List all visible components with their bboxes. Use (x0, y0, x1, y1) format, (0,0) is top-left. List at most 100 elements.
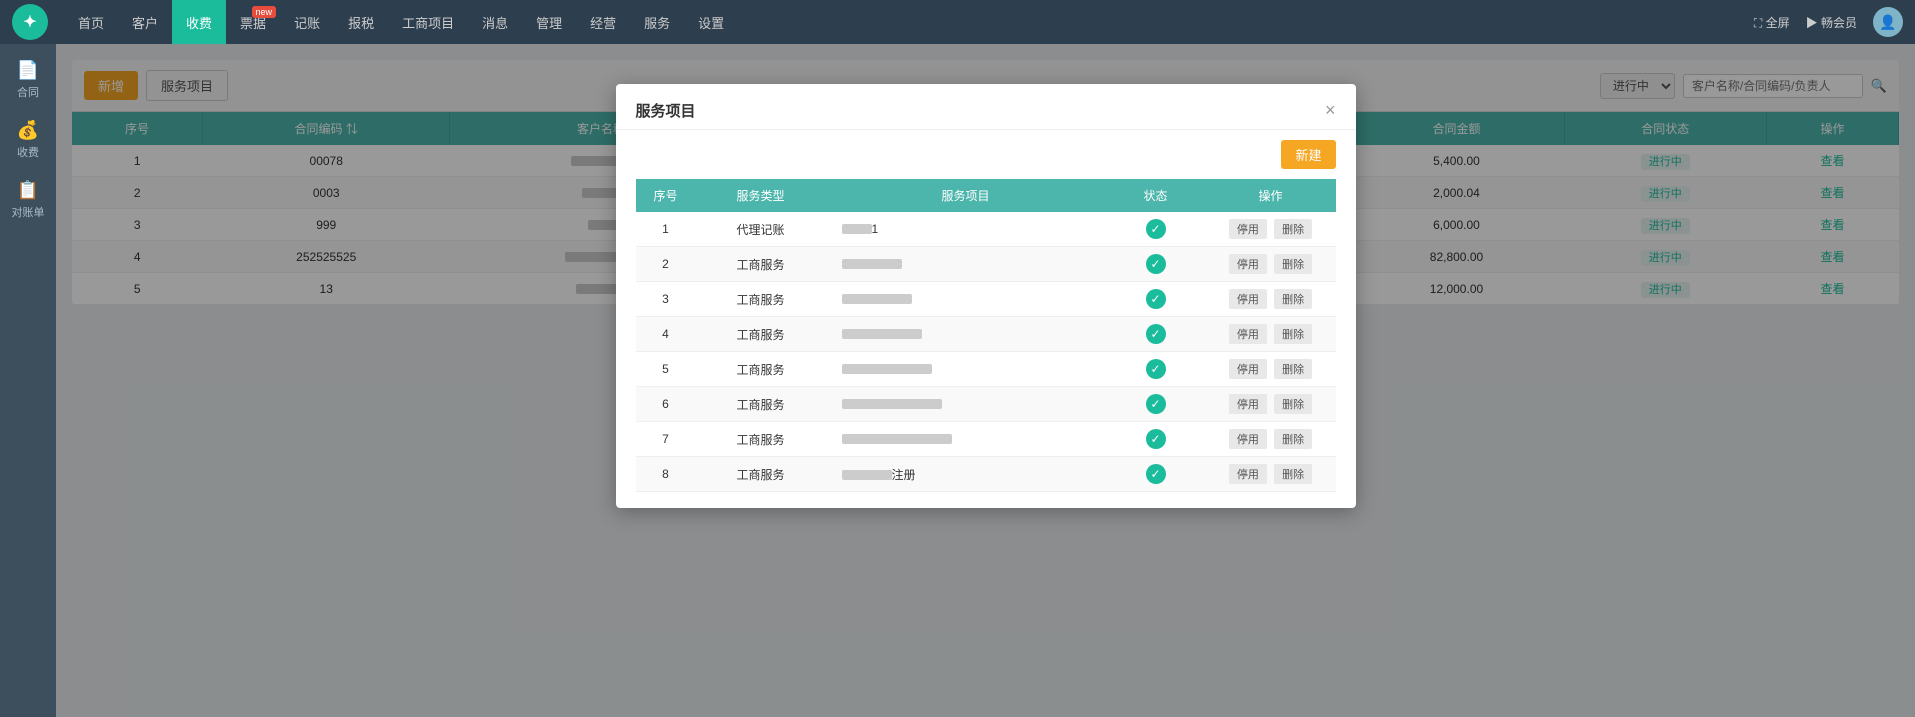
nav-customer[interactable]: 客户 (118, 0, 172, 44)
modal-cell-type: 工商服务 (696, 387, 826, 422)
modal-new-button[interactable]: 新建 (1281, 140, 1335, 169)
modal-cell-seq: 7 (636, 422, 696, 457)
delete-button[interactable]: 删除 (1274, 324, 1312, 344)
modal-body: 序号 服务类型 服务项目 状态 操作 1 代理记账 1 ✓ 停用 删除 (616, 179, 1356, 508)
modal-cell-item (826, 422, 1106, 457)
modal-col-seq: 序号 (636, 179, 696, 212)
nav-manage[interactable]: 管理 (522, 0, 576, 44)
modal-title: 服务项目 (636, 100, 696, 121)
modal-col-item: 服务项目 (826, 179, 1106, 212)
status-check-icon: ✓ (1146, 464, 1166, 484)
list-item: 4 工商服务 ✓ 停用 删除 (636, 317, 1336, 352)
modal-cell-ops: 停用 删除 (1206, 352, 1336, 387)
modal-cell-seq: 4 (636, 317, 696, 352)
stop-button[interactable]: 停用 (1229, 359, 1267, 379)
modal-cell-seq: 5 (636, 352, 696, 387)
stop-button[interactable]: 停用 (1229, 219, 1267, 239)
modal-cell-item (826, 282, 1106, 317)
modal-cell-type: 工商服务 (696, 317, 826, 352)
status-check-icon: ✓ (1146, 289, 1166, 309)
stop-button[interactable]: 停用 (1229, 289, 1267, 309)
modal-cell-ops: 停用 删除 (1206, 457, 1336, 492)
nav-home[interactable]: 首页 (64, 0, 118, 44)
delete-button[interactable]: 删除 (1274, 429, 1312, 449)
list-item: 8 工商服务 注册 ✓ 停用 删除 (636, 457, 1336, 492)
modal-toolbar: 新建 (616, 130, 1356, 179)
modal-cell-type: 工商服务 (696, 422, 826, 457)
modal-cell-ops: 停用 删除 (1206, 212, 1336, 247)
list-item: 1 代理记账 1 ✓ 停用 删除 (636, 212, 1336, 247)
sidebar-item-fee[interactable]: 💰 收费 (3, 112, 53, 168)
top-navigation: ✦ 首页 客户 收费 票据 new 记账 报税 工商项目 消息 管理 经营 服务… (0, 0, 1915, 44)
modal-cell-ops: 停用 删除 (1206, 422, 1336, 457)
modal-cell-item: 注册 (826, 457, 1106, 492)
delete-button[interactable]: 删除 (1274, 394, 1312, 414)
nav-service[interactable]: 服务 (630, 0, 684, 44)
list-item: 5 工商服务 ✓ 停用 删除 (636, 352, 1336, 387)
status-check-icon: ✓ (1146, 429, 1166, 449)
stop-button[interactable]: 停用 (1229, 324, 1267, 344)
modal-cell-item: 1 (826, 212, 1106, 247)
status-check-icon: ✓ (1146, 254, 1166, 274)
modal-cell-seq: 8 (636, 457, 696, 492)
modal-cell-seq: 3 (636, 282, 696, 317)
list-item: 6 工商服务 ✓ 停用 删除 (636, 387, 1336, 422)
nav-business[interactable]: 经营 (576, 0, 630, 44)
modal-cell-status: ✓ (1106, 282, 1206, 317)
stop-button[interactable]: 停用 (1229, 254, 1267, 274)
nav-invoice[interactable]: 票据 new (226, 0, 280, 44)
modal-cell-item (826, 247, 1106, 282)
modal-cell-status: ✓ (1106, 247, 1206, 282)
list-item: 3 工商服务 ✓ 停用 删除 (636, 282, 1336, 317)
modal-cell-item (826, 317, 1106, 352)
user-avatar[interactable]: 👤 (1873, 7, 1903, 37)
list-item: 7 工商服务 ✓ 停用 删除 (636, 422, 1336, 457)
modal-cell-status: ✓ (1106, 422, 1206, 457)
modal-cell-ops: 停用 删除 (1206, 317, 1336, 352)
modal-cell-status: ✓ (1106, 457, 1206, 492)
stop-button[interactable]: 停用 (1229, 429, 1267, 449)
modal-cell-seq: 6 (636, 387, 696, 422)
delete-button[interactable]: 删除 (1274, 464, 1312, 484)
modal-close-button[interactable]: × (1325, 100, 1336, 121)
modal-overlay[interactable]: 服务项目 × 新建 序号 服务类型 服务项目 状态 (56, 44, 1915, 717)
status-check-icon: ✓ (1146, 219, 1166, 239)
nav-industrial[interactable]: 工商项目 (388, 0, 468, 44)
main-layout: 📄 合同 💰 收费 📋 对账单 新增 服务项目 进行中 全部 已结束 (0, 44, 1915, 717)
delete-button[interactable]: 删除 (1274, 289, 1312, 309)
modal-col-ops: 操作 (1206, 179, 1336, 212)
delete-button[interactable]: 删除 (1274, 359, 1312, 379)
sidebar-item-statement[interactable]: 📋 对账单 (3, 172, 53, 228)
stop-button[interactable]: 停用 (1229, 394, 1267, 414)
fullscreen-button[interactable]: ⛶ 全屏 (1754, 14, 1790, 31)
list-item: 2 工商服务 ✓ 停用 删除 (636, 247, 1336, 282)
new-badge: new (252, 6, 277, 18)
app-logo: ✦ (12, 4, 48, 40)
sidebar-item-contract[interactable]: 📄 合同 (3, 52, 53, 108)
modal-cell-status: ✓ (1106, 387, 1206, 422)
modal-cell-item (826, 387, 1106, 422)
modal-cell-status: ✓ (1106, 352, 1206, 387)
status-check-icon: ✓ (1146, 324, 1166, 344)
modal-cell-type: 代理记账 (696, 212, 826, 247)
modal-cell-seq: 1 (636, 212, 696, 247)
left-sidebar: 📄 合同 💰 收费 📋 对账单 (0, 44, 56, 717)
main-content-area: 新增 服务项目 进行中 全部 已结束 🔍 序号 (56, 44, 1915, 717)
nav-tax[interactable]: 报税 (334, 0, 388, 44)
member-button[interactable]: ▶ 畅会员 (1806, 14, 1857, 31)
stop-button[interactable]: 停用 (1229, 464, 1267, 484)
delete-button[interactable]: 删除 (1274, 219, 1312, 239)
nav-settings[interactable]: 设置 (684, 0, 738, 44)
modal-cell-type: 工商服务 (696, 247, 826, 282)
modal-col-status: 状态 (1106, 179, 1206, 212)
status-check-icon: ✓ (1146, 359, 1166, 379)
modal-cell-ops: 停用 删除 (1206, 247, 1336, 282)
nav-bookkeeping[interactable]: 记账 (280, 0, 334, 44)
modal-header: 服务项目 × (616, 84, 1356, 130)
modal-cell-type: 工商服务 (696, 282, 826, 317)
status-check-icon: ✓ (1146, 394, 1166, 414)
delete-button[interactable]: 删除 (1274, 254, 1312, 274)
nav-fee[interactable]: 收费 (172, 0, 226, 44)
nav-message[interactable]: 消息 (468, 0, 522, 44)
modal-cell-item (826, 352, 1106, 387)
